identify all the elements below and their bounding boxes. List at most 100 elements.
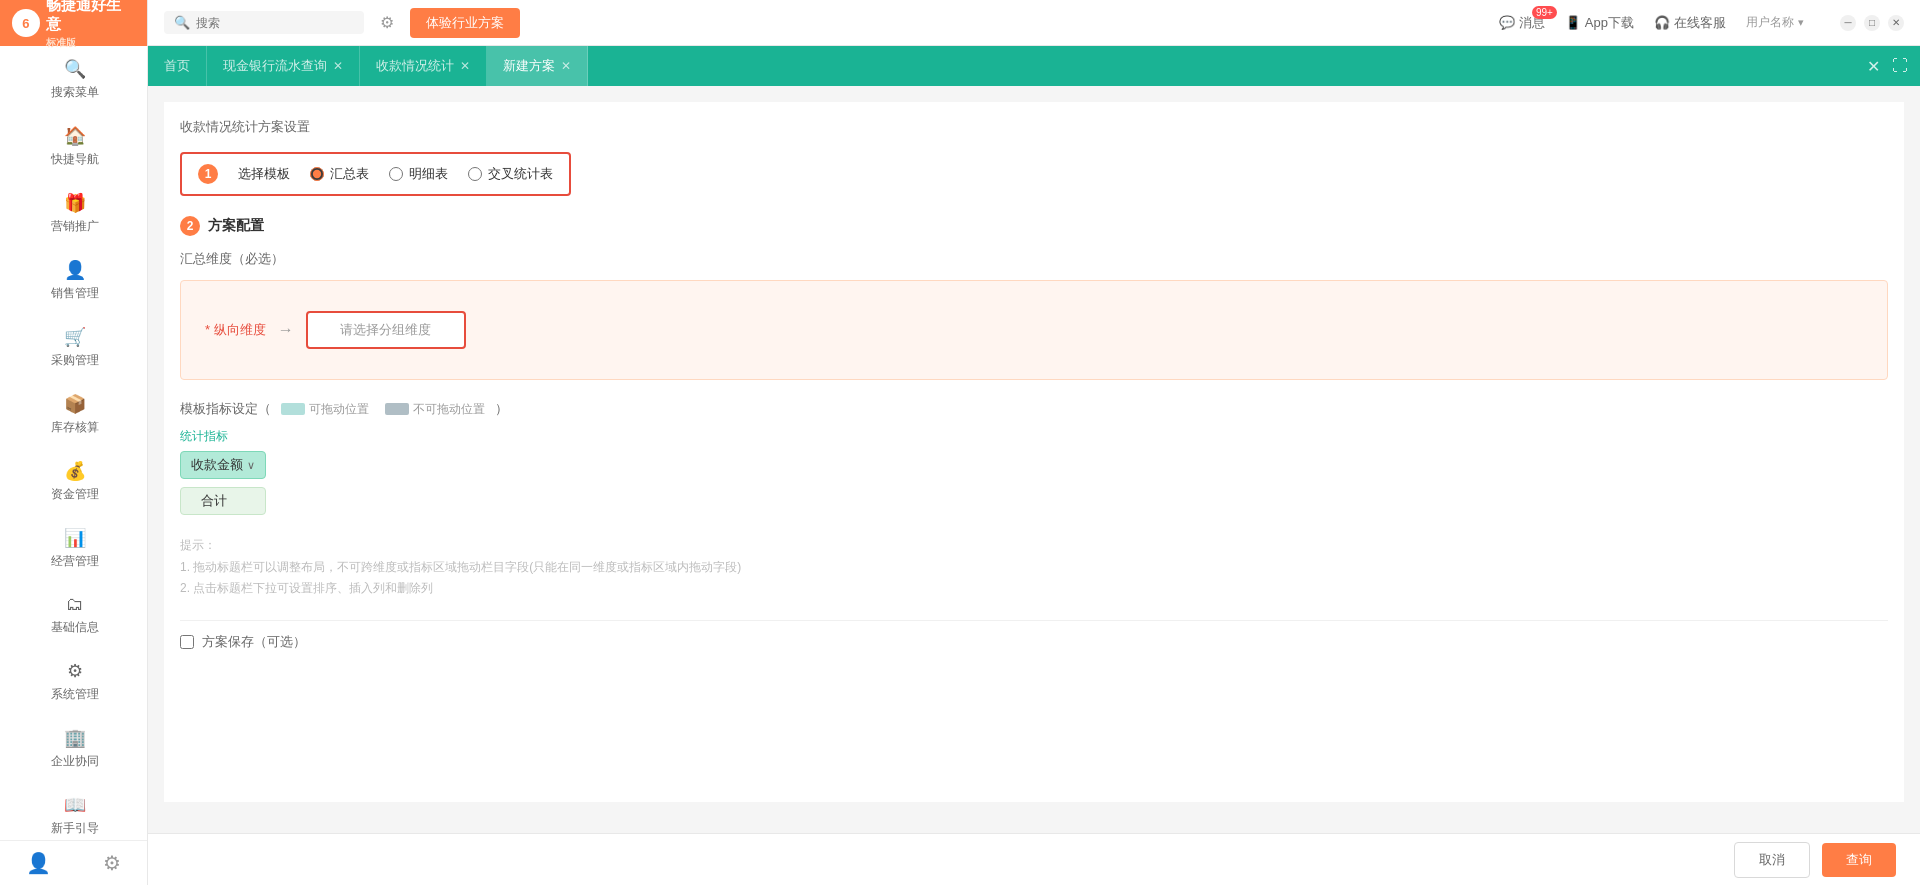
basic-info-icon: 🗂 (66, 594, 84, 615)
gear-icon[interactable]: ⚙ (380, 13, 394, 32)
tab-bank-flow-close[interactable]: ✕ (333, 59, 343, 73)
sidebar-user-avatar[interactable]: 👤 (26, 851, 51, 875)
sidebar-bottom: 👤 ⚙ (0, 840, 147, 885)
option-cross-label: 交叉统计表 (488, 165, 553, 183)
sidebar-item-quick-nav[interactable]: 🏠 快捷导航 (0, 113, 147, 180)
step1-num: 1 (198, 164, 218, 184)
metrics-total-label: 合计 (201, 492, 227, 510)
search-input[interactable] (196, 16, 336, 30)
radio-detail[interactable] (389, 167, 403, 181)
message-item[interactable]: 💬 消息 99+ (1499, 14, 1545, 32)
sidebar-label-basic-info: 基础信息 (51, 619, 99, 636)
metrics-config-title: 模板指标设定（ 可拖动位置 不可拖动位置 ） (180, 400, 1888, 418)
arrow-icon: → (278, 321, 294, 339)
query-button[interactable]: 查询 (1822, 843, 1896, 877)
marketing-icon: 🎁 (64, 192, 86, 214)
header: 🔍 ⚙ 体验行业方案 💬 消息 99+ 📱 App下载 🎧 在线客服 用户名称 … (148, 0, 1920, 46)
sidebar-label-quick-nav: 快捷导航 (51, 151, 99, 168)
dimension-select-button[interactable]: 请选择分组维度 (306, 311, 466, 349)
tab-new-plan[interactable]: 新建方案 ✕ (487, 46, 588, 86)
search-icon: 🔍 (174, 15, 190, 30)
header-search-box[interactable]: 🔍 (164, 11, 364, 34)
sidebar-label-marketing: 营销推广 (51, 218, 99, 235)
sidebar-item-management[interactable]: 📊 经营管理 (0, 515, 147, 582)
tab-home[interactable]: 首页 (148, 46, 207, 86)
maximize-button[interactable]: □ (1864, 15, 1880, 31)
sidebar-label-system: 系统管理 (51, 686, 99, 703)
dimension-area: * 纵向维度 → 请选择分组维度 (180, 280, 1888, 380)
sidebar-item-finance[interactable]: 💰 资金管理 (0, 448, 147, 515)
option-summary-label: 汇总表 (330, 165, 369, 183)
tip-line-1: 1. 拖动标题栏可以调整布局，不可跨维度或指标区域拖动栏目字段(只能在同一维度或… (180, 557, 1888, 579)
sidebar-label-inventory: 库存核算 (51, 419, 99, 436)
settings-icon: ⚙ (103, 851, 121, 875)
sidebar-item-marketing[interactable]: 🎁 营销推广 (0, 180, 147, 247)
tab-new-plan-close[interactable]: ✕ (561, 59, 571, 73)
minimize-button[interactable]: ─ (1840, 15, 1856, 31)
avatar-icon: 👤 (26, 851, 51, 875)
step2-num: 2 (180, 216, 200, 236)
step1-title: 选择模板 (238, 165, 290, 183)
step1-section: 1 选择模板 汇总表 明细表 交叉统计表 (180, 152, 1888, 196)
online-service-label: 在线客服 (1674, 14, 1726, 32)
step2-header: 2 方案配置 (180, 216, 1888, 236)
tab-bank-flow[interactable]: 现金银行流水查询 ✕ (207, 46, 360, 86)
step2-title: 方案配置 (208, 217, 264, 235)
app-download-item[interactable]: 📱 App下载 (1565, 14, 1634, 32)
metrics-tag-amount[interactable]: 收款金额 ∨ (180, 451, 266, 479)
tab-new-plan-label: 新建方案 (503, 57, 555, 75)
sidebar-label-corp-collab: 企业协同 (51, 753, 99, 770)
sidebar-label-purchase: 采购管理 (51, 352, 99, 369)
template-select-box: 1 选择模板 汇总表 明细表 交叉统计表 (180, 152, 571, 196)
metrics-group-label: 统计指标 (180, 428, 1888, 445)
sidebar-item-search-menu[interactable]: 🔍 搜索菜单 (0, 46, 147, 113)
online-service-item[interactable]: 🎧 在线客服 (1654, 14, 1726, 32)
radio-cross[interactable] (468, 167, 482, 181)
trial-button[interactable]: 体验行业方案 (410, 8, 520, 38)
tab-bank-flow-label: 现金银行流水查询 (223, 57, 327, 75)
guide-icon: 📖 (64, 794, 86, 816)
quick-nav-icon: 🏠 (64, 125, 86, 147)
main-content: 收款情况统计方案设置 1 选择模板 汇总表 明细表 (148, 86, 1920, 885)
inventory-icon: 📦 (64, 393, 86, 415)
management-icon: 📊 (64, 527, 86, 549)
radio-summary[interactable] (310, 167, 324, 181)
footer-section: 方案保存（可选） (180, 620, 1888, 663)
sidebar-item-purchase[interactable]: 🛒 采购管理 (0, 314, 147, 381)
app-download-icon: 📱 (1565, 15, 1581, 30)
user-name-label: 用户名称 (1746, 14, 1794, 31)
draggable-color (281, 403, 305, 415)
cancel-button[interactable]: 取消 (1734, 842, 1810, 878)
sales-icon: 👤 (64, 259, 86, 281)
sidebar-item-inventory[interactable]: 📦 库存核算 (0, 381, 147, 448)
user-name-item[interactable]: 用户名称 ▾ (1746, 14, 1804, 31)
metrics-config-suffix: ） (495, 400, 508, 418)
corp-collab-icon: 🏢 (64, 727, 86, 749)
tab-fullscreen-icon[interactable]: ⛶ (1892, 57, 1908, 75)
page-title: 收款情况统计方案设置 (180, 118, 1888, 136)
legend-non-draggable: 不可拖动位置 (385, 401, 485, 418)
sidebar-settings[interactable]: ⚙ (103, 851, 121, 875)
sidebar-item-guide[interactable]: 📖 新手引导 (0, 782, 147, 840)
sidebar-label-finance: 资金管理 (51, 486, 99, 503)
system-icon: ⚙ (67, 660, 83, 682)
sidebar-item-basic-info[interactable]: 🗂 基础信息 (0, 582, 147, 648)
vertical-dimension-label: * 纵向维度 (205, 321, 266, 339)
sidebar-label-guide: 新手引导 (51, 820, 99, 837)
option-cross[interactable]: 交叉统计表 (468, 165, 553, 183)
tab-close-all-icon[interactable]: ✕ (1867, 57, 1880, 76)
sidebar-item-corp-collab[interactable]: 🏢 企业协同 (0, 715, 147, 782)
tab-receipt-stats-close[interactable]: ✕ (460, 59, 470, 73)
sidebar-item-system[interactable]: ⚙ 系统管理 (0, 648, 147, 715)
save-checkbox[interactable] (180, 635, 194, 649)
online-service-icon: 🎧 (1654, 15, 1670, 30)
close-button[interactable]: ✕ (1888, 15, 1904, 31)
sidebar-item-sales[interactable]: 👤 销售管理 (0, 247, 147, 314)
tab-receipt-stats-label: 收款情况统计 (376, 57, 454, 75)
option-summary[interactable]: 汇总表 (310, 165, 369, 183)
option-detail[interactable]: 明细表 (389, 165, 448, 183)
legend-draggable: 可拖动位置 (281, 401, 369, 418)
chevron-down-icon: ▾ (1798, 16, 1804, 29)
tab-receipt-stats[interactable]: 收款情况统计 ✕ (360, 46, 487, 86)
metrics-config: 模板指标设定（ 可拖动位置 不可拖动位置 ） 统计指标 (180, 400, 1888, 515)
